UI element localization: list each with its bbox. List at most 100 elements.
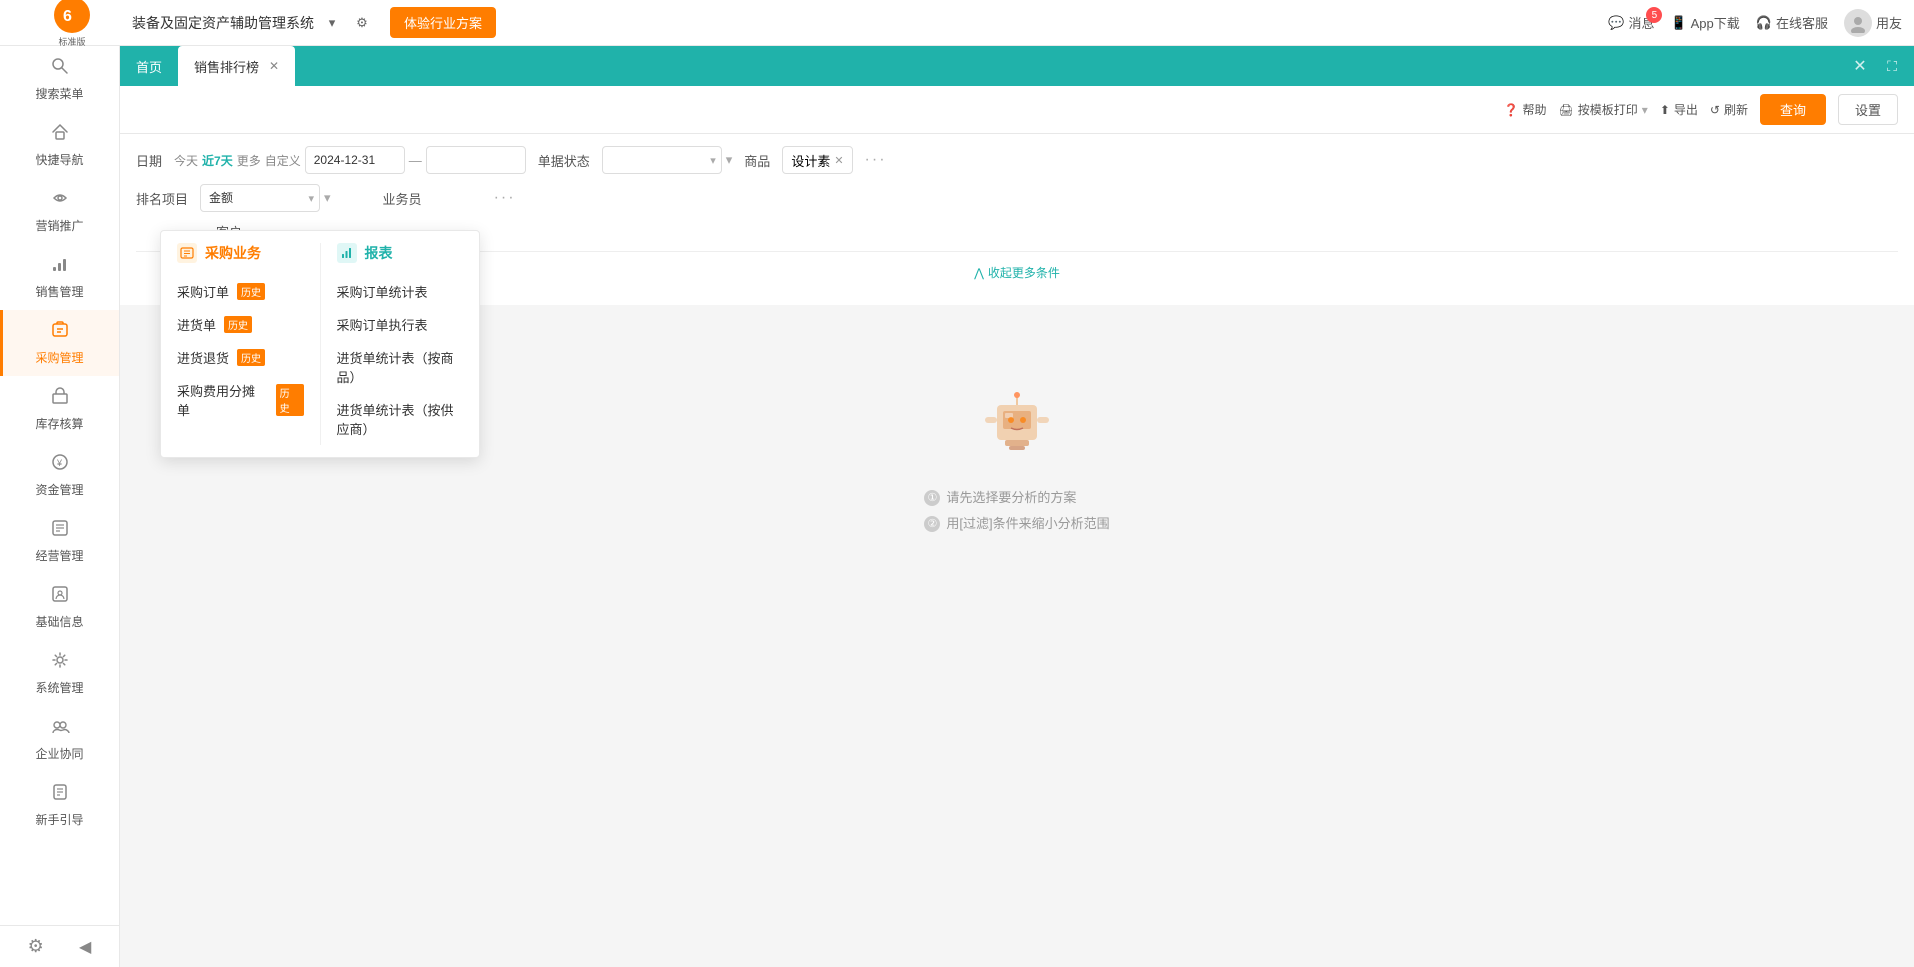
date-more[interactable]: 更多 [237, 152, 261, 169]
main-layout: 搜索菜单 快捷导航 营销推广 销售管理 采购管理 [0, 46, 1914, 967]
sidebar-item-guide[interactable]: 新手引导 [0, 772, 119, 838]
sidebar-item-enterprise[interactable]: 企业协同 [0, 706, 119, 772]
dropdown-item-po-stat[interactable]: 采购订单统计表 [337, 275, 464, 308]
tab-expand-icon[interactable]: ⛶ [1878, 52, 1906, 80]
history-badge-3: 历史 [276, 384, 304, 416]
date-today[interactable]: 今天 [174, 152, 198, 169]
sidebar-settings-icon[interactable]: ⚙ [28, 936, 44, 957]
date-filter-label: 日期 [136, 151, 162, 170]
help-icon: ❓ [1504, 103, 1519, 117]
voucher-status-select[interactable] [602, 146, 722, 174]
sidebar-item-sales[interactable]: 销售管理 [0, 244, 119, 310]
collapse-conditions-btn[interactable]: ⋀ 收起更多条件 [974, 258, 1060, 287]
sidebar-collapse-icon[interactable]: ◀ [79, 937, 91, 957]
sidebar-item-operations[interactable]: 经营管理 [0, 508, 119, 574]
dropdown-item-po-exec[interactable]: 采购订单执行表 [337, 308, 464, 341]
page-content: ❓ 帮助 🖨 按模板打印 ▾ ⬆ 导出 ↺ 刷新 查询 设置 [120, 86, 1914, 967]
dropdown-item-receipt-by-goods[interactable]: 进货单统计表（按商品） [337, 341, 464, 393]
marketing-icon [50, 188, 70, 213]
sidebar-label-finance: 资金管理 [35, 481, 83, 498]
dropdown-header-purchase: 采购业务 [177, 243, 304, 267]
sidebar-item-system[interactable]: 系统管理 [0, 640, 119, 706]
basic-info-icon [50, 584, 70, 609]
sidebar-item-purchase[interactable]: 采购管理 [0, 310, 119, 376]
sidebar-label-basic-info: 基础信息 [35, 613, 83, 630]
collapse-arrow-icon: ⋀ [974, 266, 984, 280]
sidebar-label-guide: 新手引导 [35, 811, 83, 828]
sidebar-item-finance[interactable]: ¥ 资金管理 [0, 442, 119, 508]
dropdown-col-purchase: 采购业务 采购订单 历史 进货单 历史 进货退货 历史 采购费用分摊单 历史 [161, 243, 320, 445]
title-dropdown-icon[interactable]: ▾ [322, 13, 342, 33]
purchase-icon [50, 320, 70, 345]
industry-btn[interactable]: 体验行业方案 [390, 7, 496, 38]
dropdown-header-report: 报表 [337, 243, 464, 267]
sidebar-label-search: 搜索菜单 [35, 85, 83, 102]
tab-sales-rank[interactable]: 销售排行榜 ✕ [178, 46, 295, 86]
message-badge: 5 [1646, 7, 1662, 23]
sidebar-item-marketing[interactable]: 营销推广 [0, 178, 119, 244]
print-icon: 🖨 [1559, 103, 1574, 117]
filter-row-1: 日期 今天 近7天 更多 自定义 — 单据状态 [136, 146, 1898, 174]
message-icon: 💬 [1608, 15, 1624, 31]
help-btn[interactable]: ❓ 帮助 [1504, 101, 1547, 118]
export-btn[interactable]: ⬆ 导出 [1660, 101, 1698, 118]
history-badge-2: 历史 [237, 349, 265, 366]
refresh-btn[interactable]: ↺ 刷新 [1710, 101, 1748, 118]
sidebar-label-quick-nav: 快捷导航 [35, 151, 83, 168]
content-area: 首页 销售排行榜 ✕ ✕ ⛶ ❓ 帮助 🖨 按模板 [120, 46, 1914, 967]
enterprise-icon [50, 716, 70, 741]
app-download-btn[interactable]: 📱 App下载 [1670, 13, 1739, 32]
sidebar-label-enterprise: 企业协同 [35, 745, 83, 762]
rank-dropdown-icon: ▾ [324, 190, 331, 206]
sidebar-label-purchase: 采购管理 [35, 349, 83, 366]
messages-btn[interactable]: 💬 消息 5 [1608, 13, 1654, 32]
goods-tag-close-icon[interactable]: ✕ [834, 154, 843, 167]
refresh-icon: ↺ [1710, 103, 1720, 117]
empty-tips: ① 请先选择要分析的方案 ② 用[过滤]条件来缩小分析范围 [924, 485, 1109, 537]
goods-tag-filter[interactable]: 设计素 ✕ [782, 146, 852, 174]
online-service-btn[interactable]: 🎧 在线客服 [1756, 13, 1828, 32]
dropdown-item-receipt-by-supplier[interactable]: 进货单统计表（按供应商） [337, 393, 464, 445]
date-from-input[interactable] [305, 146, 405, 174]
sidebar-item-search[interactable]: 搜索菜单 [0, 46, 119, 112]
dropdown-item-purchase-order[interactable]: 采购订单 历史 [177, 275, 304, 308]
dropdown-item-purchase-receipt[interactable]: 进货单 历史 [177, 308, 304, 341]
sidebar-label-system: 系统管理 [35, 679, 83, 696]
tab-sales-rank-label: 销售排行榜 [194, 57, 259, 76]
date-7days[interactable]: 近7天 [202, 152, 233, 169]
date-separator: — [409, 153, 422, 168]
rank-select-wrapper: 金额 [200, 184, 320, 212]
empty-illustration [967, 385, 1067, 465]
sidebar-label-operations: 经营管理 [35, 547, 83, 564]
tab-close-all-icon[interactable]: ✕ [1846, 52, 1874, 80]
print-dropdown-icon[interactable]: ▾ [1642, 103, 1648, 117]
svg-text:6: 6 [63, 8, 72, 25]
export-icon: ⬆ [1660, 103, 1670, 117]
filter-row-2: 排名项目 金额 ▾ 业务员 ··· [136, 184, 1898, 212]
tab-home[interactable]: 首页 [120, 46, 178, 86]
rank-select[interactable]: 金额 [200, 184, 320, 212]
svg-text:¥: ¥ [56, 458, 63, 468]
goods-filter-more[interactable]: ··· [865, 151, 887, 169]
goods-tag-value: 设计素 [791, 151, 830, 170]
home-icon [50, 122, 70, 147]
logo-area: 6 标准版 [12, 0, 132, 48]
header-settings-icon[interactable]: ⚙ [350, 11, 374, 35]
print-btn[interactable]: 🖨 按模板打印 ▾ [1559, 101, 1648, 118]
tab-close-icon[interactable]: ✕ [269, 59, 279, 73]
dropdown-item-purchase-return[interactable]: 进货退货 历史 [177, 341, 304, 374]
date-range: 今天 近7天 更多 自定义 — [174, 146, 526, 174]
date-to-input[interactable] [426, 146, 526, 174]
user-btn[interactable]: 用友 [1844, 9, 1902, 37]
sidebar-item-basic-info[interactable]: 基础信息 [0, 574, 119, 640]
sidebar-item-inventory[interactable]: 库存核算 [0, 376, 119, 442]
dropdown-item-purchase-expense[interactable]: 采购费用分摊单 历史 [177, 374, 304, 426]
sidebar-item-quick-nav[interactable]: 快捷导航 [0, 112, 119, 178]
salesperson-filter-more[interactable]: ··· [494, 189, 516, 207]
goods-filter-label: 商品 [744, 151, 770, 170]
date-custom[interactable]: 自定义 [265, 152, 301, 169]
header-title-area: 装备及固定资产辅助管理系统 ▾ ⚙ 体验行业方案 [132, 7, 1608, 38]
salesperson-label: 业务员 [383, 189, 422, 208]
settings-button[interactable]: 设置 [1838, 94, 1898, 125]
query-button[interactable]: 查询 [1760, 94, 1826, 125]
